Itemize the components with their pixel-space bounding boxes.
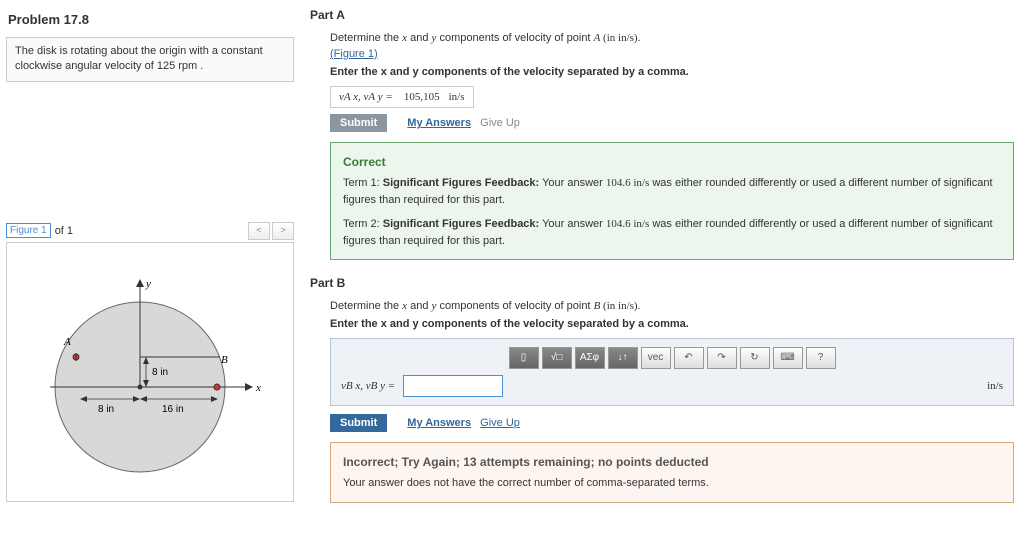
pa-sfl1: Significant Figures Feedback: [383,177,539,189]
part-a-my-answers-link[interactable]: My Answers [407,117,471,129]
part-b-instruction: Enter the x and y components of the velo… [330,318,1014,330]
part-b-input-panel: ▯ √□ ΑΣφ ↓↑ vec ↶ ↷ ↻ ⌨ ? vB x, vB y = i… [330,338,1014,406]
pb-prefix: vB x, vB y = [341,380,395,392]
math-toolbar: ▯ √□ ΑΣφ ↓↑ vec ↶ ↷ ↻ ⌨ ? [341,347,1003,369]
part-a-prompt: Determine the x and y components of velo… [330,32,1014,44]
point-a-label: A [63,336,71,348]
pa-t2l: Term 2: [343,218,383,230]
pb-mid: and [407,300,431,312]
part-a-give-up-link[interactable]: Give Up [480,117,520,129]
part-b-feedback: Incorrect; Try Again; 13 attempts remain… [330,442,1014,503]
part-a-submit-button[interactable]: Submit [330,114,387,132]
figure-select[interactable]: Figure 1 [6,223,51,238]
part-b-prompt: Determine the x and y components of velo… [330,300,1014,312]
pa-pre: Determine the [330,32,402,44]
part-b-title: Part B [310,276,1014,290]
part-a-feedback-head: Correct [343,153,1001,171]
part-a-title: Part A [310,8,1014,22]
figure-of-label: of 1 [55,225,73,237]
tb-sqrt-icon[interactable]: √□ [542,347,572,369]
dim-8in-vertical: 8 in [152,367,168,378]
dim-8in-horizontal: 8 in [98,404,114,415]
figure-prev-button[interactable]: < [248,222,270,240]
pa-prefix: vA x, vA y = [339,91,393,103]
part-b-my-answers-link[interactable]: My Answers [407,417,471,429]
pa-t2a: Your answer [539,218,606,230]
tb-greek-icon[interactable]: ΑΣφ [575,347,605,369]
part-b-submit-button[interactable]: Submit [330,414,387,432]
problem-title: Problem 17.8 [6,6,294,37]
tb-reset-icon[interactable]: ↻ [740,347,770,369]
problem-description: The disk is rotating about the origin wi… [6,37,294,82]
tb-undo-icon[interactable]: ↶ [674,347,704,369]
part-a-feedback: Correct Term 1: Significant Figures Feed… [330,142,1014,260]
figure-next-button[interactable]: > [272,222,294,240]
part-b-give-up-link[interactable]: Give Up [480,417,520,429]
part-b-feedback-body: Your answer does not have the correct nu… [343,475,1001,492]
dim-16in: 16 in [162,404,184,415]
problem-desc-text: The disk is rotating about the origin wi… [15,45,263,72]
part-a-answer-display: vA x, vA y = 105,105 in/s [330,86,474,108]
tb-subscript-icon[interactable]: ↓↑ [608,347,638,369]
pa-t1a: Your answer [539,177,606,189]
pb-post: components of velocity of point [436,300,593,312]
pa-value: 105,105 [404,91,440,103]
axis-y-label: y [145,278,151,290]
pa-sfl2: Significant Figures Feedback: [383,218,539,230]
part-a-instruction: Enter the x and y components of the velo… [330,66,1014,78]
part-b-answer-input[interactable] [403,375,503,397]
pb-u: (in in/s). [600,300,640,312]
pa-u: (in in/s). [600,32,640,44]
tb-template-icon[interactable]: ▯ [509,347,539,369]
point-b-label: B [221,354,228,366]
pa-units: in/s [449,91,465,103]
pa-t2v: 104.6 in/s [606,218,649,230]
pa-t1l: Term 1: [343,177,383,189]
figure-link-a[interactable]: (Figure 1) [330,48,378,60]
tb-help-icon[interactable]: ? [806,347,836,369]
tb-redo-icon[interactable]: ↷ [707,347,737,369]
pb-units: in/s [987,380,1003,392]
pb-pre: Determine the [330,300,402,312]
figure-canvas: y x A B 8 in 8 in 16 in [6,242,294,502]
pa-t1v: 104.6 in/s [606,177,649,189]
pa-mid: and [407,32,431,44]
axis-x-label: x [255,382,261,394]
part-b-feedback-head: Incorrect; Try Again; 13 attempts remain… [343,453,1001,471]
pa-post: components of velocity of point [436,32,593,44]
tb-vec-button[interactable]: vec [641,347,671,369]
tb-keyboard-icon[interactable]: ⌨ [773,347,803,369]
figure-nav-bar: Figure 1 of 1 < > [6,222,294,240]
